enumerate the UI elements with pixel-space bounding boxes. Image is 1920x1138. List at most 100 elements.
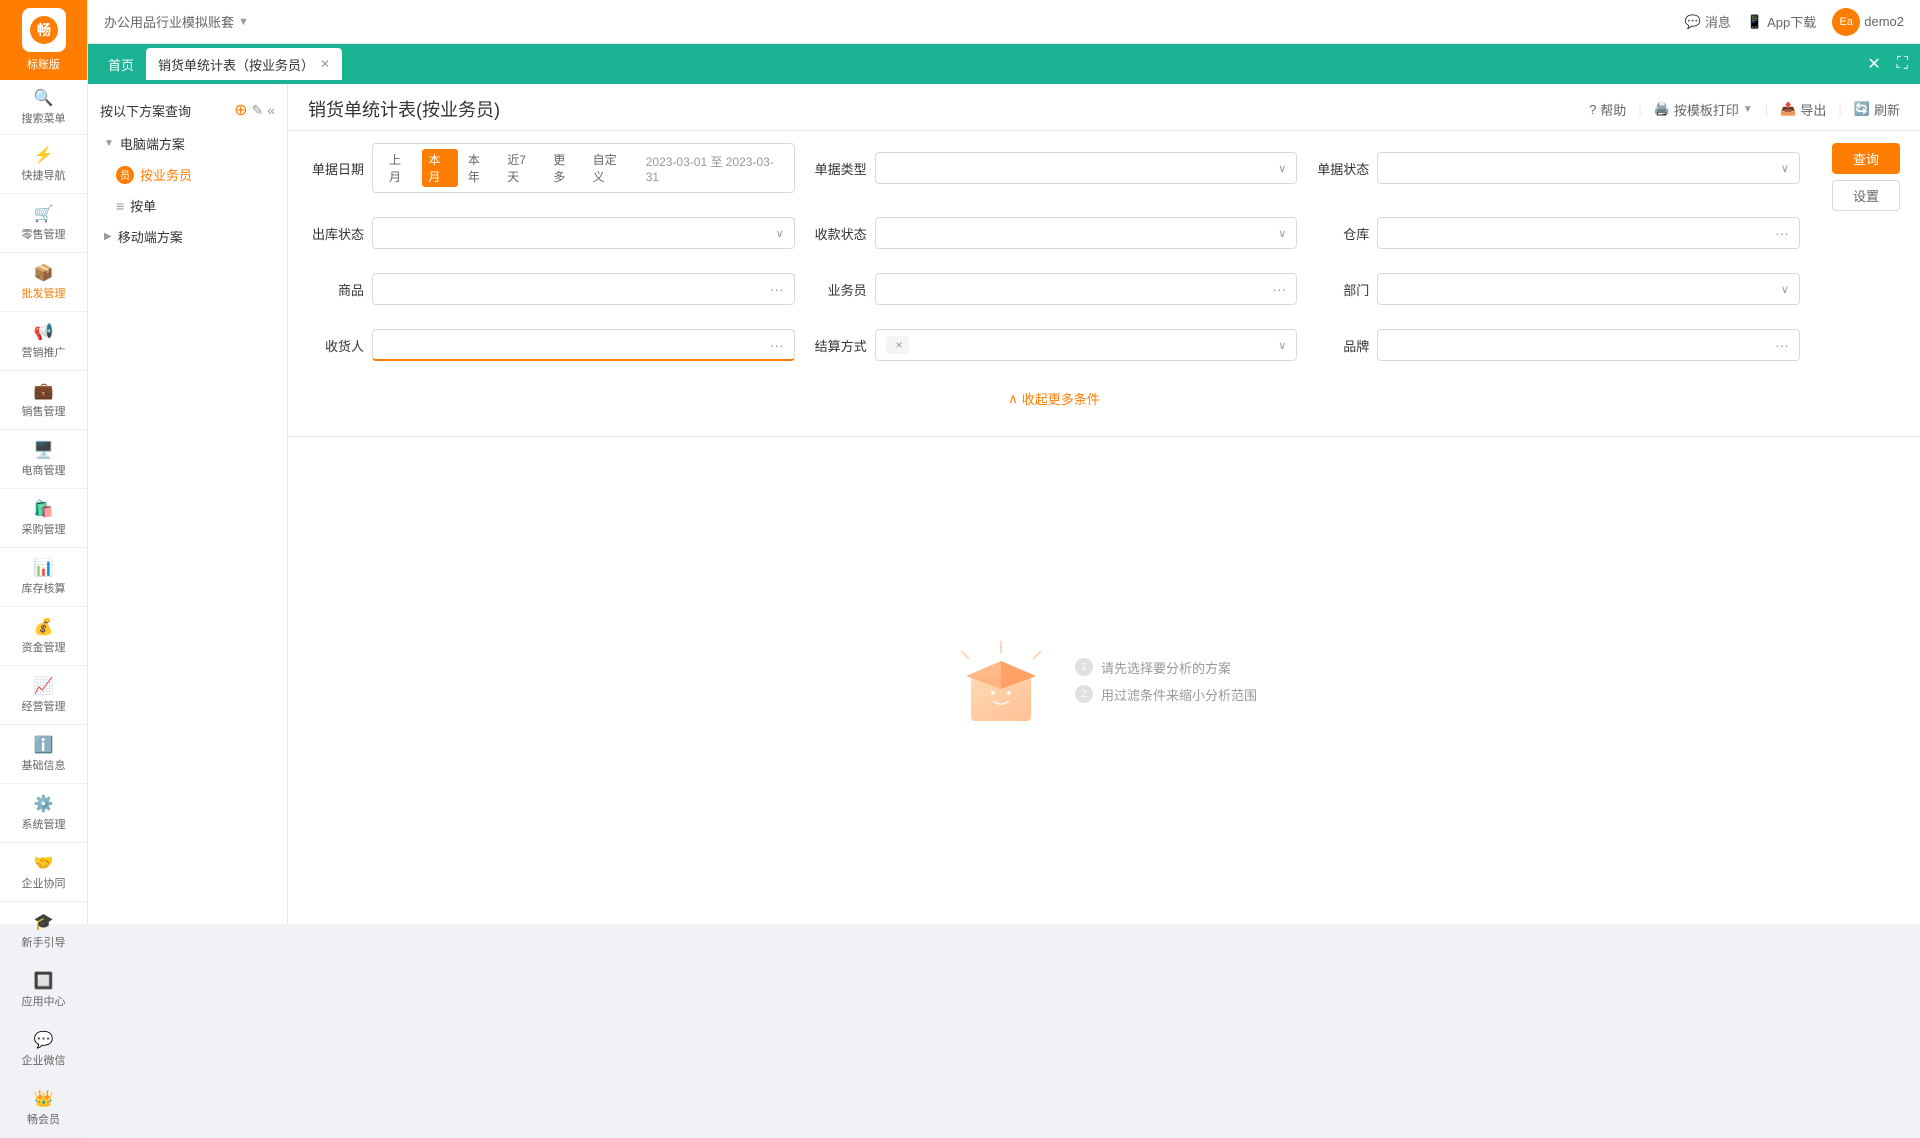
department-control[interactable]: ∨	[1377, 273, 1800, 305]
filter-warehouse-item: 仓库 ···	[1313, 217, 1800, 249]
marketing-label: 营销推广	[22, 344, 66, 360]
date-tabs: 上月 本月 本年 近7天 更多 自定义 2023-03-01 至 2023-03…	[383, 149, 784, 187]
docstatus-label: 单据状态	[1313, 159, 1369, 178]
print-icon: 🖨️	[1654, 101, 1670, 117]
print-btn[interactable]: 🖨️ 按模板打印 ▼	[1654, 100, 1753, 119]
date-tab-7days[interactable]: 近7天	[501, 149, 543, 187]
tab-sales-stat[interactable]: 销货单统计表（按业务员） ✕	[146, 48, 342, 80]
department-label: 部门	[1313, 280, 1369, 299]
settlement-tag: ×	[886, 336, 909, 354]
sidebar-item-system[interactable]: ⚙️ 系统管理	[0, 784, 87, 843]
tip-2-text: 用过滤条件来缩小分析范围	[1101, 685, 1257, 704]
outstatus-control[interactable]: ∨	[372, 217, 795, 249]
filter-row-2: 出库状态 ∨ 收款状态 ∨	[308, 217, 1800, 249]
settlement-control[interactable]: × ∨	[875, 329, 1298, 361]
tab-close-icon[interactable]: ✕	[320, 57, 330, 71]
filter-doctype-item: 单据类型 ∨	[811, 152, 1298, 184]
print-label: 按模板打印	[1674, 100, 1739, 119]
edit-scheme-icon[interactable]: ✎	[251, 102, 263, 119]
receiver-dots-icon: ···	[770, 337, 784, 353]
filter-receiver-item: 收货人 ···	[308, 329, 795, 361]
tab-close-window-icon[interactable]: ✕	[1863, 50, 1884, 78]
receiver-control[interactable]: ···	[372, 329, 795, 361]
app-download-btn[interactable]: 📱 App下载	[1747, 12, 1816, 31]
left-panel-header-actions: ⊕ ✎ «	[234, 100, 275, 120]
divider3: |	[1838, 102, 1841, 117]
query-button[interactable]: 查询	[1832, 143, 1900, 174]
date-tab-custom[interactable]: 自定义	[587, 149, 634, 187]
tree-item-pc[interactable]: ▼ 电脑端方案	[88, 128, 287, 159]
divider2: |	[1765, 102, 1768, 117]
product-dots-icon: ···	[770, 281, 784, 297]
brand-control[interactable]: ···	[1377, 329, 1800, 361]
sidebar-item-wechat[interactable]: 💬 企业微信	[0, 1020, 87, 1079]
export-icon: 📤	[1780, 101, 1796, 117]
wechat-label: 企业微信	[22, 1052, 66, 1068]
tree-item-salesperson[interactable]: 员 按业务员	[88, 159, 287, 190]
filter-brand-item: 品牌 ···	[1313, 329, 1800, 361]
sidebar-item-retail[interactable]: 🛒 零售管理	[0, 194, 87, 253]
right-panel: 销货单统计表(按业务员) ? 帮助 | 🖨️ 按模板打印 ▼ | 📤	[288, 84, 1920, 924]
sidebar-search[interactable]: 🔍 搜索菜单	[0, 80, 87, 135]
sidebar-item-quick[interactable]: ⚡ 快捷导航	[0, 135, 87, 194]
collapse-more-btn[interactable]: ∧ 收起更多条件	[1008, 385, 1100, 412]
tab-home[interactable]: 首页	[96, 48, 146, 80]
sidebar-item-purchase[interactable]: 🛍️ 采购管理	[0, 489, 87, 548]
sidebar-item-member[interactable]: 👑 畅会员	[0, 1079, 87, 1138]
add-scheme-icon[interactable]: ⊕	[234, 100, 247, 120]
byorder-icon: ≡	[116, 198, 124, 214]
date-tab-lastmonth[interactable]: 上月	[383, 149, 418, 187]
export-btn[interactable]: 📤 导出	[1780, 100, 1826, 119]
sidebar-item-basic[interactable]: ℹ️ 基础信息	[0, 725, 87, 784]
doctype-control[interactable]: ∨	[875, 152, 1298, 184]
refresh-label: 刷新	[1874, 100, 1900, 119]
empty-content: 1 请先选择要分析的方案 2 用过滤条件来缩小分析范围	[951, 631, 1257, 731]
filter-salesperson-item: 业务员 ···	[811, 273, 1298, 305]
message-btn[interactable]: 💬 消息	[1685, 12, 1731, 31]
wholesale-label: 批发管理	[22, 285, 66, 301]
sidebar-item-finance[interactable]: 💰 资金管理	[0, 607, 87, 666]
date-control[interactable]: 上月 本月 本年 近7天 更多 自定义 2023-03-01 至 2023-03…	[372, 143, 795, 193]
collapse-panel-icon[interactable]: «	[267, 102, 275, 118]
date-tab-thisyear[interactable]: 本年	[462, 149, 497, 187]
outstatus-dropdown-icon: ∨	[776, 227, 784, 240]
refresh-btn[interactable]: 🔄 刷新	[1854, 100, 1900, 119]
sidebar-item-marketing[interactable]: 📢 营销推广	[0, 312, 87, 371]
topbar: 办公用品行业模拟账套 ▼ 💬 消息 📱 App下载 Ea demo2	[88, 0, 1920, 44]
left-panel: 按以下方案查询 ⊕ ✎ « ▼ 电脑端方案 员 按业务员 ≡ 按单	[88, 84, 288, 924]
sidebar-item-enterprise[interactable]: 🤝 企业协同	[0, 843, 87, 902]
account-selector[interactable]: 办公用品行业模拟账套 ▼	[104, 12, 249, 31]
collapse-btn-label: 收起更多条件	[1022, 389, 1100, 408]
tip-1-text: 请先选择要分析的方案	[1101, 658, 1231, 677]
sidebar-item-wholesale[interactable]: 📦 批发管理	[0, 253, 87, 312]
date-tab-thismonth[interactable]: 本月	[422, 149, 457, 187]
sidebar-logo[interactable]: 畅 标账版	[0, 0, 87, 80]
tab-maximize-icon[interactable]: ⛶	[1893, 51, 1912, 77]
sales-icon: 💼	[34, 381, 54, 401]
newbie-label: 新手引导	[22, 934, 66, 950]
tabbar-actions: ✕ ⛶	[1863, 50, 1920, 78]
product-control[interactable]: ···	[372, 273, 795, 305]
main-area: 办公用品行业模拟账套 ▼ 💬 消息 📱 App下载 Ea demo2 首页	[88, 0, 1920, 924]
warehouse-control[interactable]: ···	[1377, 217, 1800, 249]
docstatus-dropdown-icon: ∨	[1781, 162, 1789, 175]
tree-item-byorder[interactable]: ≡ 按单	[88, 190, 287, 221]
date-tab-more[interactable]: 更多	[547, 149, 582, 187]
sidebar-item-inventory[interactable]: 📊 库存核算	[0, 548, 87, 607]
sidebar-item-ecom[interactable]: 🖥️ 电商管理	[0, 430, 87, 489]
help-btn[interactable]: ? 帮助	[1589, 100, 1626, 119]
sidebar-item-newbie[interactable]: 🎓 新手引导	[0, 902, 87, 961]
ecom-label: 电商管理	[22, 462, 66, 478]
sidebar-item-business[interactable]: 📈 经营管理	[0, 666, 87, 725]
sidebar-item-apps[interactable]: 🔲 应用中心	[0, 961, 87, 1020]
settlement-tag-close-icon[interactable]: ×	[896, 338, 903, 352]
payment-control[interactable]: ∨	[875, 217, 1298, 249]
docstatus-control[interactable]: ∨	[1377, 152, 1800, 184]
user-profile-btn[interactable]: Ea demo2	[1832, 8, 1904, 36]
salesperson-control[interactable]: ···	[875, 273, 1298, 305]
settings-button[interactable]: 设置	[1832, 180, 1900, 211]
print-dropdown-icon: ▼	[1743, 104, 1753, 115]
quick-icon: ⚡	[34, 145, 54, 165]
tree-item-mobile[interactable]: ▶ 移动端方案	[88, 221, 287, 252]
sidebar-item-sales[interactable]: 💼 销售管理	[0, 371, 87, 430]
